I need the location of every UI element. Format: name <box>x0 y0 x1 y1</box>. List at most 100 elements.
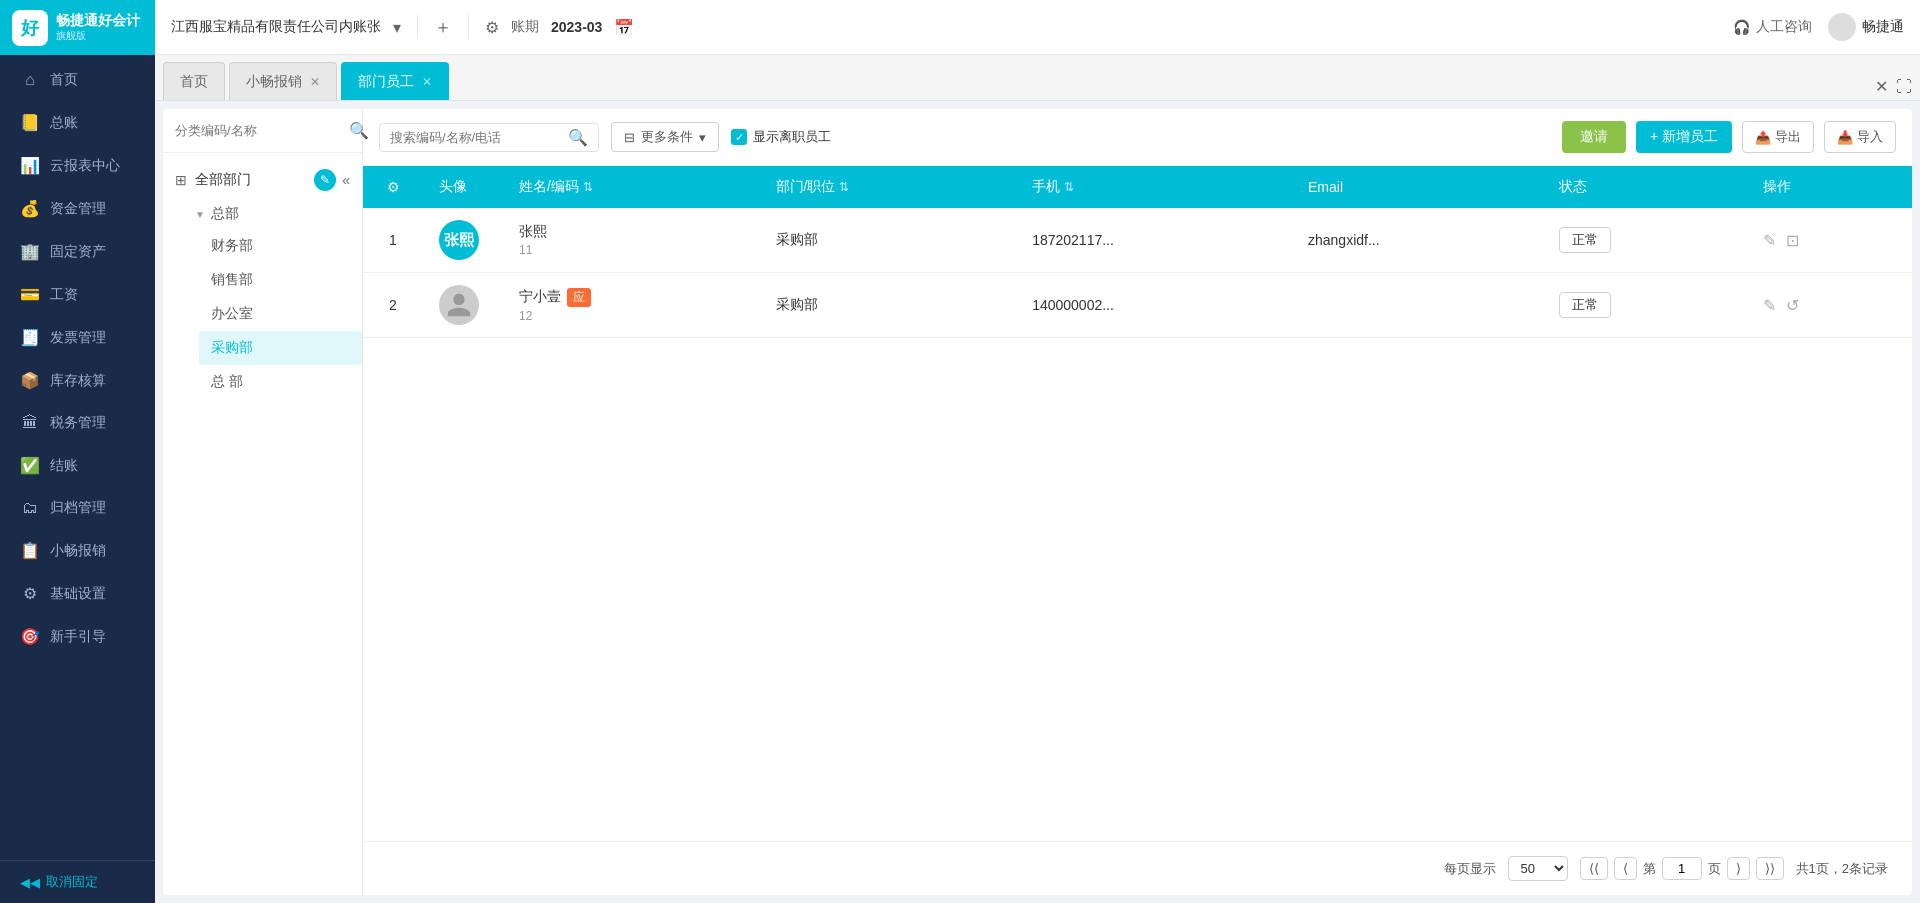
sidebar-nav: ⌂ 首页 📒 总账 📊 云报表中心 💰 资金管理 🏢 固定资产 💳 工资 🧾 发… <box>0 55 155 860</box>
sidebar-item-guide[interactable]: 🎯 新手引导 <box>0 615 155 658</box>
export-button[interactable]: 📤 导出 <box>1742 121 1814 153</box>
sidebar-item-inventory[interactable]: 📦 库存核算 <box>0 359 155 402</box>
last-page-button[interactable]: ⟩⟩ <box>1756 857 1784 880</box>
sidebar-item-funds[interactable]: 💰 资金管理 <box>0 187 155 230</box>
row-status-2: 正常 <box>1543 273 1747 338</box>
service-button[interactable]: 🎧 人工咨询 <box>1733 18 1812 36</box>
sidebar-item-tax[interactable]: 🏛 税务管理 <box>0 402 155 444</box>
page-unit: 页 <box>1708 860 1721 878</box>
edit-icon-2[interactable]: ✎ <box>1763 296 1776 315</box>
code-text-1: 11 <box>519 243 744 257</box>
tab-close-button[interactable]: ✕ <box>1875 77 1888 96</box>
refresh-icon-2[interactable]: ↺ <box>1786 296 1799 315</box>
add-employee-button[interactable]: + 新增员工 <box>1636 121 1732 153</box>
tab-home[interactable]: 首页 <box>163 62 225 100</box>
prev-page-button[interactable]: ⟨ <box>1614 857 1637 880</box>
sidebar-item-settings[interactable]: ⚙ 基础设置 <box>0 572 155 615</box>
name-text-2: 宁小壹 <box>519 288 561 306</box>
employee-search-input[interactable] <box>390 130 562 145</box>
action-icons-1: ✎ ⊡ <box>1763 231 1896 250</box>
calendar-icon[interactable]: 📅 <box>614 18 634 37</box>
page-prefix: 第 <box>1643 860 1656 878</box>
row-actions-2: ✎ ↺ <box>1747 273 1912 338</box>
sidebar-item-expense[interactable]: 📋 小畅报销 <box>0 529 155 572</box>
sidebar-item-home[interactable]: ⌂ 首页 <box>0 59 155 101</box>
page-size-select[interactable]: 50 10 20 100 <box>1508 856 1568 881</box>
all-dept-label: 全部部门 <box>195 171 251 189</box>
divider <box>468 15 469 39</box>
sidebar-item-invoice[interactable]: 🧾 发票管理 <box>0 316 155 359</box>
reports-icon: 📊 <box>20 156 40 175</box>
col-avatar: 头像 <box>423 166 503 208</box>
filter-button[interactable]: ⊟ 更多条件 ▾ <box>611 122 719 152</box>
status-badge-1: 正常 <box>1559 227 1611 253</box>
tab-expand-button[interactable]: ⛶ <box>1896 78 1912 96</box>
edit-icon-1[interactable]: ✎ <box>1763 231 1776 250</box>
employee-search-icon[interactable]: 🔍 <box>568 128 588 147</box>
tag-badge-2: 应 <box>567 288 591 307</box>
toolbar-right: 邀请 + 新增员工 📤 导出 📥 导入 <box>1562 121 1896 153</box>
payroll-icon: 💳 <box>20 285 40 304</box>
sidebar-item-label: 发票管理 <box>50 329 106 347</box>
col-status: 状态 <box>1543 166 1747 208</box>
sidebar-item-ledger[interactable]: 📒 总账 <box>0 101 155 144</box>
collapse-button[interactable]: « <box>342 169 350 191</box>
app-subtitle: 旗舰版 <box>56 29 140 43</box>
col-dept[interactable]: 部门/职位 <box>760 166 1017 208</box>
page-input[interactable] <box>1662 857 1702 880</box>
avatar <box>1828 13 1856 41</box>
dept-search-input[interactable] <box>175 123 343 138</box>
content-area: 🔍 ⊞ 全部部门 ✎ « ▼ 总部 <box>163 109 1912 895</box>
app-logo: 好 畅捷通好会计 旗舰版 <box>0 0 155 55</box>
sidebar-item-reports[interactable]: 📊 云报表中心 <box>0 144 155 187</box>
dept-sales[interactable]: 销售部 <box>199 263 362 297</box>
guide-icon: 🎯 <box>20 627 40 646</box>
next-page-button[interactable]: ⟩ <box>1727 857 1750 880</box>
company-dropdown-button[interactable]: ▾ <box>393 18 401 37</box>
logout-icon-1[interactable]: ⊡ <box>1786 231 1799 250</box>
export-icon: 📤 <box>1755 130 1771 145</box>
tax-icon: 🏛 <box>20 414 40 432</box>
row-dept-1: 采购部 <box>760 208 1017 273</box>
dept-purchase[interactable]: 采购部 <box>199 331 362 365</box>
all-dept-item[interactable]: ⊞ 全部部门 ✎ « <box>163 161 362 199</box>
sidebar-item-label: 税务管理 <box>50 414 106 432</box>
dept-search-wrap: 🔍 <box>163 109 362 153</box>
headset-icon: 🎧 <box>1733 19 1750 35</box>
home-icon: ⌂ <box>20 71 40 89</box>
col-name[interactable]: 姓名/编码 <box>503 166 760 208</box>
tabs-actions: ✕ ⛶ <box>1875 77 1912 100</box>
employee-toolbar: 🔍 ⊟ 更多条件 ▾ ✓ 显示离职员工 邀请 + 新增员工 <box>363 109 1912 166</box>
tab-dept[interactable]: 部门员工 ✕ <box>341 62 449 100</box>
col-phone[interactable]: 手机 <box>1016 166 1292 208</box>
dept-office[interactable]: 办公室 <box>199 297 362 331</box>
app-title: 畅捷通好会计 <box>56 12 140 29</box>
gear-button[interactable]: ⚙ <box>485 18 499 37</box>
sidebar-item-assets[interactable]: 🏢 固定资产 <box>0 230 155 273</box>
sidebar: 好 畅捷通好会计 旗舰版 ⌂ 首页 📒 总账 📊 云报表中心 💰 资金管理 🏢 … <box>0 0 155 903</box>
import-button[interactable]: 📥 导入 <box>1824 121 1896 153</box>
show-resigned-label[interactable]: ✓ 显示离职员工 <box>731 128 831 146</box>
sidebar-item-checkout[interactable]: ✅ 结账 <box>0 444 155 487</box>
add-company-button[interactable]: ＋ <box>434 15 452 39</box>
period-value: 2023-03 <box>551 19 602 35</box>
dept-header-actions: ✎ « <box>314 169 350 191</box>
unpin-label: 取消固定 <box>46 873 98 891</box>
add-dept-button[interactable]: ✎ <box>314 169 336 191</box>
invite-button[interactable]: 邀请 <box>1562 121 1626 153</box>
sidebar-item-archive[interactable]: 🗂 归档管理 <box>0 487 155 529</box>
tab-expense[interactable]: 小畅报销 ✕ <box>229 62 337 100</box>
unpin-button[interactable]: ◀◀ 取消固定 <box>0 860 155 903</box>
tab-dept-close[interactable]: ✕ <box>422 75 432 89</box>
grid-icon: ⊞ <box>175 172 187 188</box>
dept-general[interactable]: 总 部 <box>199 365 362 399</box>
row-phone-1: 187202117... <box>1016 208 1292 273</box>
dept-finance[interactable]: 财务部 <box>199 229 362 263</box>
sidebar-item-payroll[interactable]: 💳 工资 <box>0 273 155 316</box>
first-page-button[interactable]: ⟨⟨ <box>1580 857 1608 880</box>
head-dept-item[interactable]: ▼ 总部 <box>183 199 362 229</box>
user-info[interactable]: 畅捷通 <box>1828 13 1904 41</box>
col-settings[interactable]: ⚙ <box>363 166 423 208</box>
tab-expense-close[interactable]: ✕ <box>310 75 320 89</box>
avatar-gray-2 <box>439 285 479 325</box>
